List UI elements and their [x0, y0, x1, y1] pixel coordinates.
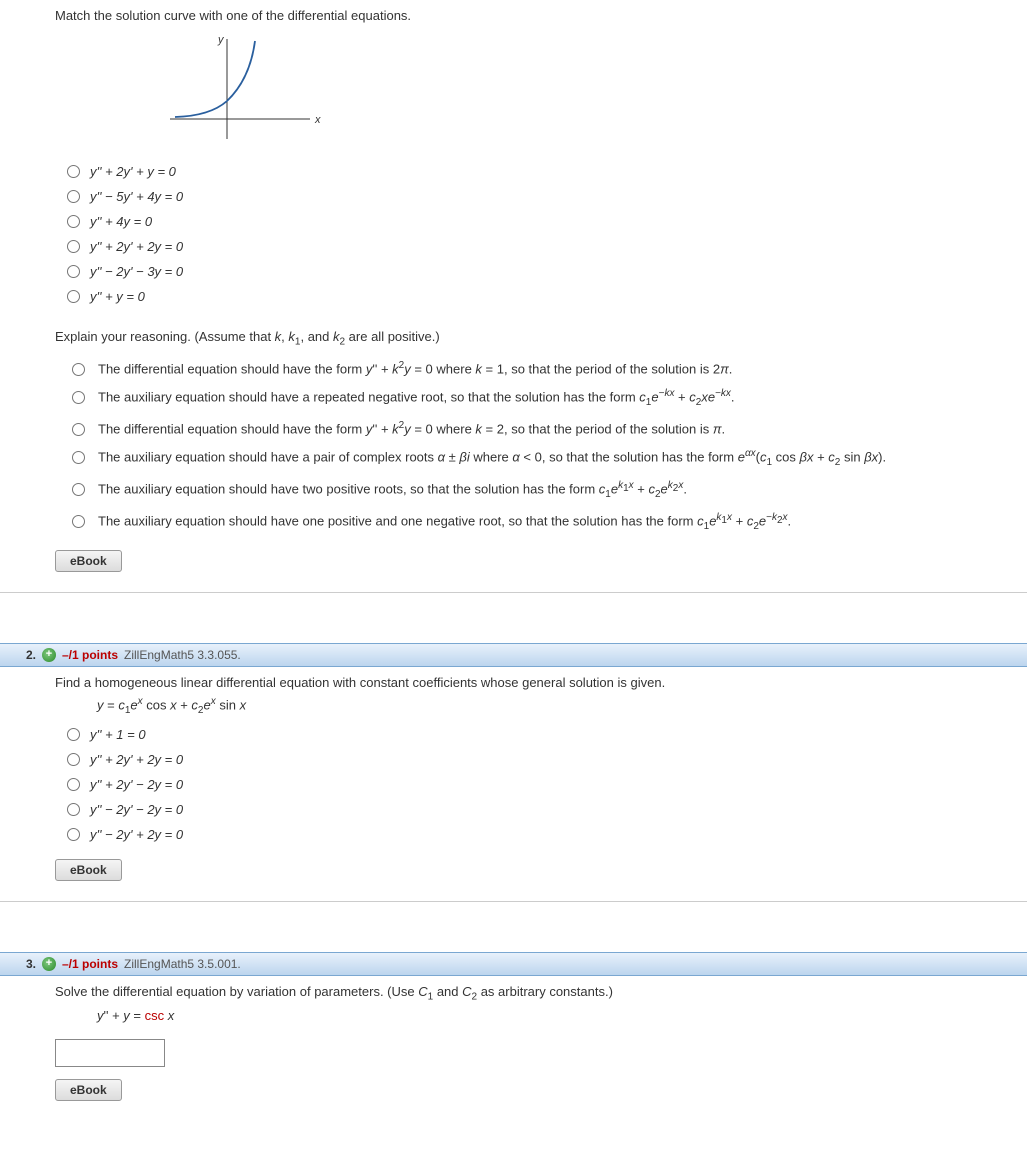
q1-reason-5-text: The auxiliary equation should have two p…: [98, 480, 687, 500]
q3-source: ZillEngMath5 3.5.001.: [124, 957, 241, 971]
expand-icon[interactable]: +: [42, 648, 56, 662]
q2-radio-2[interactable]: [67, 753, 80, 766]
question-3-header: 3. + –/1 points ZillEngMath5 3.5.001.: [0, 952, 1027, 976]
q1-option-6[interactable]: y'' + y = 0: [55, 284, 1017, 309]
q1-reason-4-text: The auxiliary equation should have a pai…: [98, 448, 886, 468]
q3-number: 3.: [8, 957, 36, 971]
q1-reason-3[interactable]: The differential equation should have th…: [55, 414, 1017, 442]
q2-option-4[interactable]: y'' − 2y' − 2y = 0: [55, 797, 1017, 822]
q1-option-4-text: y'' + 2y' + 2y = 0: [90, 239, 183, 254]
q1-radio-3[interactable]: [67, 215, 80, 228]
q1-reason-5[interactable]: The auxiliary equation should have two p…: [55, 474, 1017, 506]
q2-source: ZillEngMath5 3.3.055.: [124, 648, 241, 662]
q1-reason-6[interactable]: The auxiliary equation should have one p…: [55, 506, 1017, 538]
q1-reason-3-text: The differential equation should have th…: [98, 420, 725, 436]
q3-prompt: Solve the differential equation by varia…: [55, 984, 1017, 1003]
q2-radio-3[interactable]: [67, 778, 80, 791]
expand-icon[interactable]: +: [42, 957, 56, 971]
svg-text:x: x: [314, 114, 321, 126]
q3-prompt-pre: Solve the differential equation by varia…: [55, 984, 418, 999]
q1-radio-4[interactable]: [67, 240, 80, 253]
q1-option-5[interactable]: y'' − 2y' − 3y = 0: [55, 259, 1017, 284]
q2-radio-1[interactable]: [67, 728, 80, 741]
q2-option-3-text: y'' + 2y' − 2y = 0: [90, 777, 183, 792]
q2-option-5-text: y'' − 2y' + 2y = 0: [90, 827, 183, 842]
q1-reason-4[interactable]: The auxiliary equation should have a pai…: [55, 442, 1017, 474]
q2-solution: y = c1ex cos x + c2ex sin x: [97, 696, 1017, 716]
question-3-body: Solve the differential equation by varia…: [0, 976, 1027, 1122]
q3-prompt-post: as arbitrary constants.): [477, 984, 613, 999]
q1-reason-radio-4[interactable]: [72, 451, 85, 464]
reason-prompt-post: are all positive.): [345, 329, 440, 344]
ebook-button[interactable]: eBook: [55, 859, 122, 881]
q1-option-6-text: y'' + y = 0: [90, 289, 145, 304]
question-2-body: Find a homogeneous linear differential e…: [0, 667, 1027, 902]
q1-reason-6-text: The auxiliary equation should have one p…: [98, 512, 791, 532]
q2-radio-4[interactable]: [67, 803, 80, 816]
q1-reason-1[interactable]: The differential equation should have th…: [55, 354, 1017, 382]
q1-option-1[interactable]: y'' + 2y' + y = 0: [55, 159, 1017, 184]
q1-radio-5[interactable]: [67, 265, 80, 278]
q1-reason-1-text: The differential equation should have th…: [98, 360, 732, 376]
q2-number: 2.: [8, 648, 36, 662]
q3-points: –/1 points: [62, 957, 118, 971]
q1-reason-radio-1[interactable]: [72, 363, 85, 376]
ebook-button[interactable]: eBook: [55, 550, 122, 572]
q1-option-2[interactable]: y'' − 5y' + 4y = 0: [55, 184, 1017, 209]
svg-text:y: y: [217, 34, 225, 46]
q1-reason-prompt: Explain your reasoning. (Assume that k, …: [55, 329, 1017, 348]
q1-reason-2[interactable]: The auxiliary equation should have a rep…: [55, 382, 1017, 414]
q3-prompt-mid: and: [433, 984, 462, 999]
q1-option-4[interactable]: y'' + 2y' + 2y = 0: [55, 234, 1017, 259]
q2-radio-5[interactable]: [67, 828, 80, 841]
q3-equation: y'' + y = csc x: [97, 1008, 1017, 1023]
q1-option-3-text: y'' + 4y = 0: [90, 214, 152, 229]
q2-option-1[interactable]: y'' + 1 = 0: [55, 722, 1017, 747]
q1-option-5-text: y'' − 2y' − 3y = 0: [90, 264, 183, 279]
q3-answer-input[interactable]: [55, 1039, 165, 1067]
q1-prompt: Match the solution curve with one of the…: [55, 8, 1017, 23]
q3-csc: csc: [145, 1008, 165, 1023]
q1-radio-2[interactable]: [67, 190, 80, 203]
q1-radio-6[interactable]: [67, 290, 80, 303]
q1-radio-1[interactable]: [67, 165, 80, 178]
ebook-button[interactable]: eBook: [55, 1079, 122, 1101]
q1-reason-radio-6[interactable]: [72, 515, 85, 528]
question-1-body: Match the solution curve with one of the…: [0, 0, 1027, 593]
q2-option-1-text: y'' + 1 = 0: [90, 727, 146, 742]
q2-prompt: Find a homogeneous linear differential e…: [55, 675, 1017, 690]
question-2: 2. + –/1 points ZillEngMath5 3.3.055. Fi…: [0, 643, 1027, 902]
q2-points: –/1 points: [62, 648, 118, 662]
q1-reason-radio-2[interactable]: [72, 391, 85, 404]
q1-reason-radio-5[interactable]: [72, 483, 85, 496]
question-1: Match the solution curve with one of the…: [0, 0, 1027, 593]
q2-option-2[interactable]: y'' + 2y' + 2y = 0: [55, 747, 1017, 772]
q2-option-4-text: y'' − 2y' − 2y = 0: [90, 802, 183, 817]
q1-reason-2-text: The auxiliary equation should have a rep…: [98, 388, 735, 408]
reason-prompt-pre: Explain your reasoning. (Assume that: [55, 329, 275, 344]
question-3: 3. + –/1 points ZillEngMath5 3.5.001. So…: [0, 952, 1027, 1122]
q2-option-2-text: y'' + 2y' + 2y = 0: [90, 752, 183, 767]
q1-option-1-text: y'' + 2y' + y = 0: [90, 164, 176, 179]
question-2-header: 2. + –/1 points ZillEngMath5 3.3.055.: [0, 643, 1027, 667]
q1-option-2-text: y'' − 5y' + 4y = 0: [90, 189, 183, 204]
q1-option-3[interactable]: y'' + 4y = 0: [55, 209, 1017, 234]
q2-option-5[interactable]: y'' − 2y' + 2y = 0: [55, 822, 1017, 847]
solution-curve-graph: x y: [155, 29, 1017, 149]
q2-option-3[interactable]: y'' + 2y' − 2y = 0: [55, 772, 1017, 797]
q1-reason-radio-3[interactable]: [72, 423, 85, 436]
